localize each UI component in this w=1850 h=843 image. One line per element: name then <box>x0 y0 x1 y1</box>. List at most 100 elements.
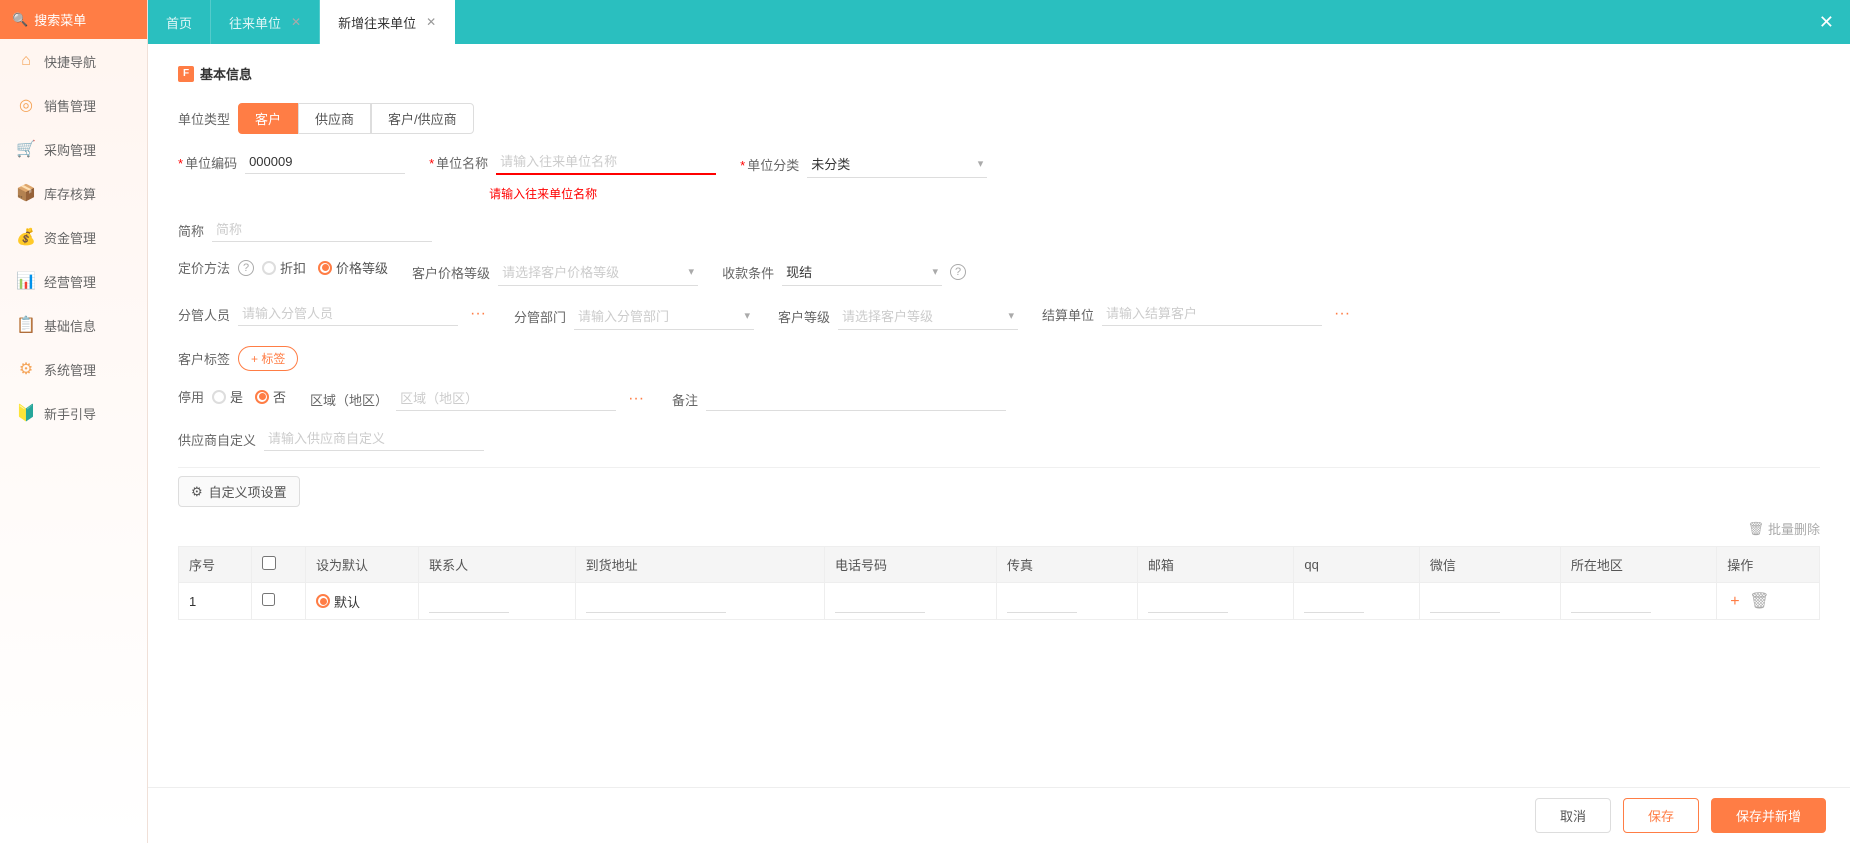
disabled-radios: 是 否 <box>212 387 286 406</box>
supplier-custom-input[interactable] <box>264 427 484 451</box>
row-address[interactable] <box>575 583 824 620</box>
region-more-btn[interactable]: ··· <box>624 390 648 408</box>
save-new-button[interactable]: 保存并新增 <box>1711 798 1826 833</box>
row-area[interactable] <box>1560 583 1716 620</box>
sidebar-label-finance: 资金管理 <box>44 228 96 247</box>
tab-home[interactable]: 首页 <box>148 0 211 44</box>
row-address-input[interactable] <box>586 589 726 613</box>
sidebar-search[interactable]: 🔍 搜索菜单 <box>0 0 147 39</box>
management-icon: 📊 <box>16 271 36 291</box>
unit-code-input[interactable] <box>245 150 405 174</box>
manager-row: 分管人员 ··· 分管部门 请输入分管部门 ▾ 客户等级 请选择客户等级 ▾ <box>178 302 1820 330</box>
row-delete-button[interactable]: 🗑 <box>1746 593 1772 610</box>
batch-delete-button[interactable]: 🗑 批量删除 <box>1747 519 1820 538</box>
row-wechat[interactable] <box>1419 583 1560 620</box>
row-qq-input[interactable] <box>1304 589 1364 613</box>
unit-type-buttons: 客户 供应商 客户/供应商 <box>238 103 474 134</box>
manager-input[interactable] <box>238 302 458 326</box>
customer-price-level-chevron: ▾ <box>689 265 695 278</box>
sidebar-item-management[interactable]: 📊 经营管理 <box>0 259 147 303</box>
custom-settings-button[interactable]: ⚙ 自定义项设置 <box>178 476 300 507</box>
unit-category-select[interactable]: 未分类 ▾ <box>807 150 987 178</box>
tab-counterparty-close[interactable]: ✕ <box>291 15 301 29</box>
col-contact: 联系人 <box>419 547 575 583</box>
row-add-button[interactable]: + <box>1727 593 1742 610</box>
sidebar-item-guide[interactable]: 🔰 新手引导 <box>0 391 147 435</box>
payment-terms-select[interactable]: 现结 ▾ <box>782 258 942 286</box>
customer-price-level-select[interactable]: 请选择客户价格等级 ▾ <box>498 258 698 286</box>
row-phone[interactable] <box>825 583 997 620</box>
form-content: F 基本信息 单位类型 客户 供应商 客户/供应商 *单位编码 <box>148 44 1850 787</box>
payment-terms-help-icon[interactable]: ? <box>950 264 966 280</box>
row-phone-input[interactable] <box>835 589 925 613</box>
row-contact-input[interactable] <box>429 589 509 613</box>
unit-name-input[interactable] <box>496 150 716 175</box>
add-tag-button[interactable]: + 标签 <box>238 346 298 371</box>
sidebar-item-basic-info[interactable]: 📋 基础信息 <box>0 303 147 347</box>
customer-level-select[interactable]: 请选择客户等级 ▾ <box>838 302 1018 330</box>
manager-more-btn[interactable]: ··· <box>466 305 490 323</box>
row-email[interactable] <box>1137 583 1293 620</box>
settlement-unit-label: 结算单位 <box>1042 305 1094 324</box>
disabled-radio-yes[interactable]: 是 <box>212 387 243 406</box>
sidebar-label-guide: 新手引导 <box>44 404 96 423</box>
disabled-yes-label: 是 <box>230 387 243 406</box>
settlement-unit-more-btn[interactable]: ··· <box>1330 305 1354 323</box>
row-fax-input[interactable] <box>1007 589 1077 613</box>
shortname-row: 简称 <box>178 218 1820 242</box>
sidebar-item-inventory[interactable]: 📦 库存核算 <box>0 171 147 215</box>
payment-terms-label: 收款条件 <box>722 263 774 282</box>
region-group: 区域（地区） ··· <box>310 387 648 411</box>
region-label: 区域（地区） <box>310 390 388 409</box>
cancel-button[interactable]: 取消 <box>1535 798 1611 833</box>
close-all-tabs-button[interactable]: ✕ <box>1819 12 1834 33</box>
remark-input[interactable] <box>706 387 1006 411</box>
select-all-checkbox[interactable] <box>262 556 276 570</box>
search-icon: 🔍 <box>12 12 28 28</box>
manager-label: 分管人员 <box>178 305 230 324</box>
row-qq[interactable] <box>1294 583 1419 620</box>
settlement-unit-input[interactable] <box>1102 302 1322 326</box>
department-placeholder: 请输入分管部门 <box>578 306 744 325</box>
row-wechat-input[interactable] <box>1430 589 1500 613</box>
sidebar-item-sales[interactable]: ◎ 销售管理 <box>0 83 147 127</box>
tab-new-counterparty-close[interactable]: ✕ <box>426 15 436 29</box>
pricing-radio-discount[interactable]: 折扣 <box>262 258 306 277</box>
sidebar-item-system[interactable]: ⚙ 系统管理 <box>0 347 147 391</box>
unit-name-error: 请输入往来单位名称 <box>489 185 597 202</box>
payment-terms-chevron: ▾ <box>933 265 939 278</box>
sidebar-item-finance[interactable]: 💰 资金管理 <box>0 215 147 259</box>
customer-price-level-group: 客户价格等级 请选择客户价格等级 ▾ <box>412 258 698 286</box>
tab-counterparty[interactable]: 往来单位 ✕ <box>211 0 320 44</box>
col-default: 设为默认 <box>306 547 419 583</box>
disabled-radio-no[interactable]: 否 <box>255 387 286 406</box>
col-checkbox-header <box>251 547 305 583</box>
row-contact[interactable] <box>419 583 575 620</box>
pricing-method-help-icon[interactable]: ? <box>238 260 254 276</box>
unit-code-group: *单位编码 <box>178 150 405 174</box>
unit-btn-supplier[interactable]: 供应商 <box>298 103 371 134</box>
section-title-icon: F <box>178 66 194 82</box>
row-area-input[interactable] <box>1571 589 1651 613</box>
row-fax[interactable] <box>996 583 1137 620</box>
department-select[interactable]: 请输入分管部门 ▾ <box>574 302 754 330</box>
pricing-radio-level[interactable]: 价格等级 <box>318 258 388 277</box>
unit-btn-both[interactable]: 客户/供应商 <box>371 103 474 134</box>
save-button[interactable]: 保存 <box>1623 798 1699 833</box>
customer-level-placeholder: 请选择客户等级 <box>842 306 1008 325</box>
unit-btn-customer[interactable]: 客户 <box>238 103 298 134</box>
sidebar-item-purchase[interactable]: 🛒 采购管理 <box>0 127 147 171</box>
sidebar-item-quick-nav[interactable]: ⌂ 快捷导航 <box>0 39 147 83</box>
payment-terms-group: 收款条件 现结 ▾ ? <box>722 258 966 286</box>
region-input[interactable] <box>396 387 616 411</box>
disabled-group: 停用 是 否 <box>178 387 286 406</box>
row-default-radio[interactable] <box>316 594 330 608</box>
row-checkbox[interactable] <box>262 593 275 606</box>
unit-category-value: 未分类 <box>811 154 977 173</box>
col-email: 邮箱 <box>1137 547 1293 583</box>
row-email-input[interactable] <box>1148 589 1228 613</box>
tab-new-counterparty[interactable]: 新增往来单位 ✕ <box>320 0 455 44</box>
contact-table: 序号 设为默认 联系人 到货地址 电话号码 传真 邮箱 qq 微信 所在地区 操… <box>178 546 1820 620</box>
col-phone: 电话号码 <box>825 547 997 583</box>
short-name-input[interactable] <box>212 218 432 242</box>
